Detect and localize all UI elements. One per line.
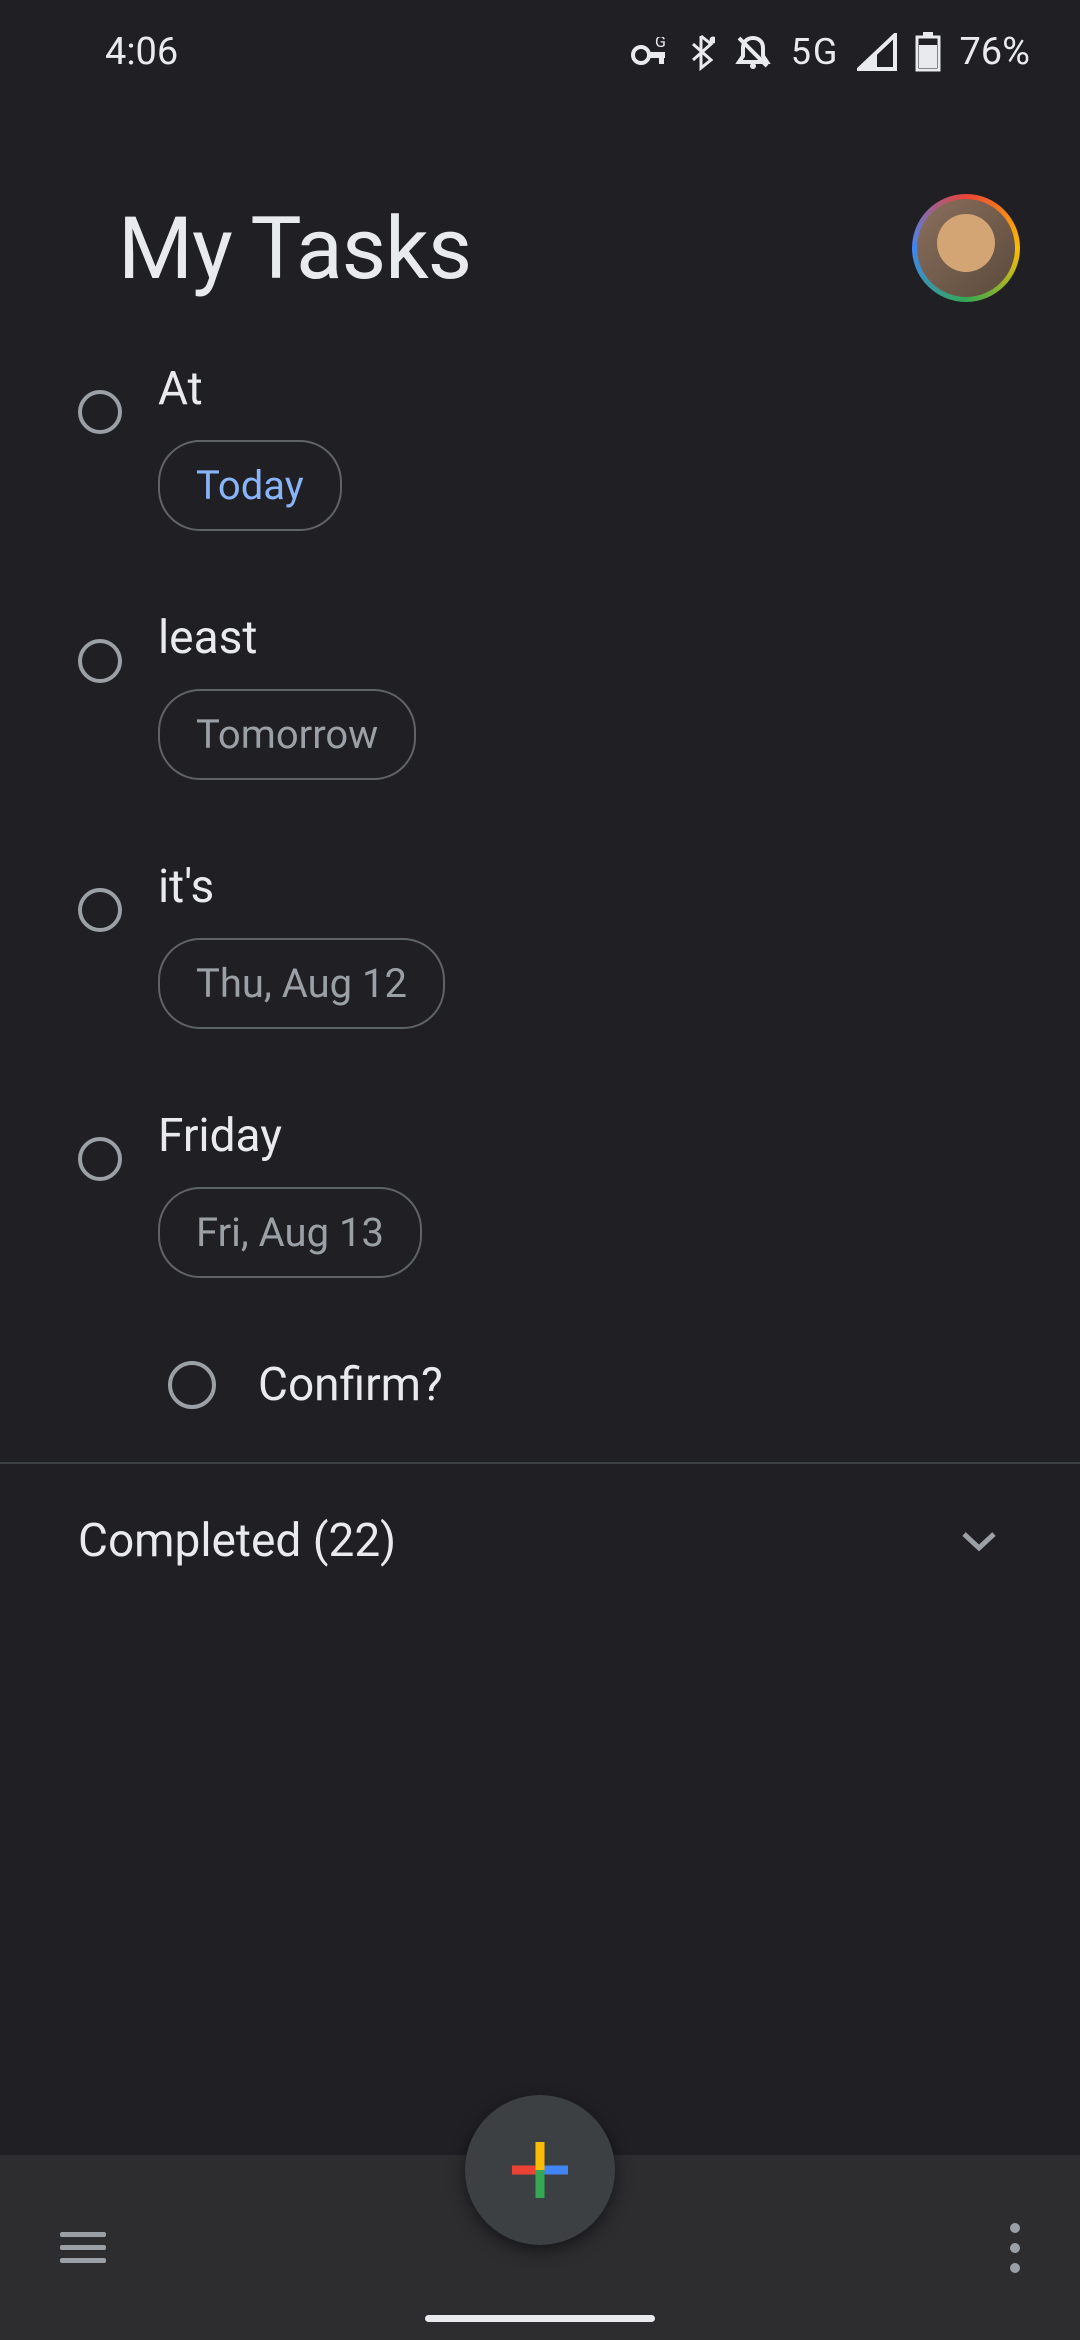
task-title: it's <box>158 860 1030 914</box>
battery-icon <box>915 32 941 72</box>
chevron-down-icon <box>958 1520 1000 1562</box>
completed-section[interactable]: Completed (22) <box>0 1464 1080 1618</box>
task-checkbox[interactable] <box>78 888 122 932</box>
menu-button[interactable] <box>40 2212 126 2283</box>
signal-icon <box>857 33 897 71</box>
subtask-title: Confirm? <box>258 1358 443 1412</box>
task-item[interactable]: least Tomorrow <box>78 611 1030 780</box>
dnd-icon <box>733 32 773 72</box>
task-list: At Today least Tomorrow it's Thu, Aug 12… <box>0 362 1080 1412</box>
nav-handle[interactable] <box>425 2315 655 2322</box>
task-checkbox[interactable] <box>78 639 122 683</box>
vpn-key-icon: G <box>631 37 669 67</box>
more-options-button[interactable] <box>990 2203 1040 2293</box>
status-time: 4:06 <box>105 30 178 74</box>
header: My Tasks <box>0 94 1080 362</box>
svg-text:G: G <box>655 37 666 51</box>
bluetooth-icon <box>687 32 715 72</box>
task-title: least <box>158 611 1030 665</box>
task-date-chip[interactable]: Fri, Aug 13 <box>158 1187 422 1278</box>
page-title: My Tasks <box>118 198 471 299</box>
task-item[interactable]: it's Thu, Aug 12 <box>78 860 1030 1029</box>
cellular-label: 5G <box>791 31 840 73</box>
task-date-chip[interactable]: Tomorrow <box>158 689 416 780</box>
status-icons: G 5G 76% <box>631 30 1030 74</box>
task-date-chip[interactable]: Thu, Aug 12 <box>158 938 445 1029</box>
task-title: At <box>158 362 1030 416</box>
task-title: Friday <box>158 1109 1030 1163</box>
task-content: it's Thu, Aug 12 <box>158 860 1030 1029</box>
task-content: least Tomorrow <box>158 611 1030 780</box>
task-checkbox[interactable] <box>78 1137 122 1181</box>
completed-label: Completed (22) <box>78 1514 396 1568</box>
task-date-chip[interactable]: Today <box>158 440 342 531</box>
task-checkbox[interactable] <box>78 390 122 434</box>
plus-icon <box>512 2142 568 2198</box>
battery-percent: 76% <box>959 30 1030 74</box>
avatar[interactable] <box>912 194 1020 302</box>
task-item[interactable]: Friday Fri, Aug 13 <box>78 1109 1030 1278</box>
task-item[interactable]: At Today <box>78 362 1030 531</box>
task-content: At Today <box>158 362 1030 531</box>
status-bar: 4:06 G 5G 76% <box>0 0 1080 94</box>
task-content: Friday Fri, Aug 13 <box>158 1109 1030 1278</box>
add-task-fab[interactable] <box>465 2095 615 2245</box>
subtask-item[interactable]: Confirm? <box>78 1358 1030 1412</box>
subtask-checkbox[interactable] <box>168 1361 216 1409</box>
